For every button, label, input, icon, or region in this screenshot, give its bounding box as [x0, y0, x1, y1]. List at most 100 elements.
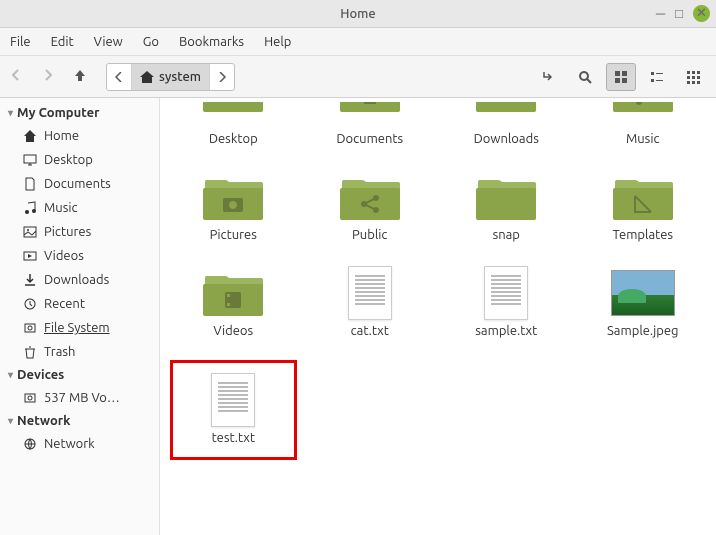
- menu-edit[interactable]: Edit: [51, 35, 74, 49]
- sidebar-item-label: Music: [44, 201, 78, 215]
- vid-icon: [22, 249, 38, 263]
- menu-bookmarks[interactable]: Bookmarks: [179, 35, 244, 49]
- file-item-videos[interactable]: Videos: [170, 264, 297, 342]
- file-item-pictures[interactable]: Pictures: [170, 168, 297, 246]
- pathbar-next[interactable]: [210, 64, 234, 90]
- file-grid: Desktop Documents DownloadsMusic Pictures Pu…: [170, 98, 706, 460]
- text-file-icon: [211, 373, 255, 427]
- file-item-snap[interactable]: snap: [443, 168, 570, 246]
- sidebar-item-label: Pictures: [44, 225, 91, 239]
- back-button[interactable]: [8, 67, 24, 86]
- main-view[interactable]: Desktop Documents DownloadsMusic Pictures Pu…: [160, 98, 716, 535]
- toolbar-right: [534, 63, 708, 91]
- file-item-desktop[interactable]: Desktop: [170, 98, 297, 150]
- file-item-downloads[interactable]: Downloads: [443, 98, 570, 150]
- file-label: Videos: [213, 324, 253, 338]
- up-button[interactable]: [72, 67, 88, 86]
- file-item-sample-txt[interactable]: sample.txt: [443, 264, 570, 342]
- toolbar: system: [0, 56, 716, 98]
- file-item-public[interactable]: Public: [307, 168, 434, 246]
- search-button[interactable]: [570, 63, 600, 91]
- file-item-test-txt[interactable]: test.txt: [170, 360, 297, 460]
- menubar: File Edit View Go Bookmarks Help: [0, 28, 716, 56]
- sidebar-item-documents[interactable]: Documents: [0, 172, 159, 196]
- menu-file[interactable]: File: [10, 35, 31, 49]
- chevron-down-icon: ▾: [8, 107, 13, 119]
- sidebar-item-label: Videos: [44, 249, 84, 263]
- file-label: Pictures: [210, 228, 257, 242]
- net-icon: [22, 437, 38, 451]
- sidebar-item-videos[interactable]: Videos: [0, 244, 159, 268]
- file-icon: [338, 102, 402, 126]
- icon-view-button[interactable]: [606, 63, 636, 91]
- sidebar-item-label: File System: [44, 321, 110, 335]
- grid-icon: [614, 70, 628, 84]
- doc-icon: [22, 177, 38, 191]
- home-icon: [140, 71, 154, 83]
- menu-help[interactable]: Help: [264, 35, 291, 49]
- sidebar-item-home[interactable]: Home: [0, 124, 159, 148]
- sidebar-section-title: Devices: [17, 368, 64, 382]
- file-icon: [338, 172, 402, 222]
- toggle-location-button[interactable]: [534, 63, 564, 91]
- trash-icon: [22, 345, 38, 359]
- sidebar-item-desktop[interactable]: Desktop: [0, 148, 159, 172]
- sidebar-item-trash[interactable]: Trash: [0, 340, 159, 364]
- music-icon: [22, 201, 38, 215]
- compact-icon: [686, 70, 700, 84]
- compact-view-button[interactable]: [678, 63, 708, 91]
- sidebar-item-label: Trash: [44, 345, 75, 359]
- sidebar-item-downloads[interactable]: Downloads: [0, 268, 159, 292]
- file-item-music[interactable]: Music: [580, 98, 707, 150]
- file-icon: [201, 102, 265, 126]
- recent-icon: [22, 297, 38, 311]
- sidebar-item-label: Home: [44, 129, 79, 143]
- file-item-templates[interactable]: Templates: [580, 168, 707, 246]
- file-icon: [201, 268, 265, 318]
- file-icon: [474, 268, 538, 318]
- file-item-documents[interactable]: Documents: [307, 98, 434, 150]
- file-icon: [201, 172, 265, 222]
- sidebar-section-title: My Computer: [17, 106, 99, 120]
- file-label: snap: [493, 228, 520, 242]
- fs-icon: [22, 321, 38, 335]
- sidebar-item-recent[interactable]: Recent: [0, 292, 159, 316]
- sidebar-item-music[interactable]: Music: [0, 196, 159, 220]
- sidebar: ▾ My Computer Home Desktop Documents Music Pic…: [0, 98, 160, 535]
- search-icon: [577, 69, 593, 85]
- desktop-icon: [22, 153, 38, 167]
- file-icon: [474, 172, 538, 222]
- file-item-sample-jpeg[interactable]: Sample.jpeg: [580, 264, 707, 342]
- sidebar-section-header[interactable]: ▾Devices: [0, 364, 159, 386]
- sidebar-item-label: Documents: [44, 177, 111, 191]
- sidebar-item-network[interactable]: Network: [0, 432, 159, 456]
- sidebar-item-label: Downloads: [44, 273, 109, 287]
- list-icon: [650, 70, 664, 84]
- list-view-button[interactable]: [642, 63, 672, 91]
- menu-view[interactable]: View: [94, 35, 123, 49]
- menu-go[interactable]: Go: [143, 35, 159, 49]
- file-item-cat-txt[interactable]: cat.txt: [307, 264, 434, 342]
- sidebar-section-title: Network: [17, 414, 70, 428]
- text-file-icon: [484, 266, 528, 320]
- file-label: cat.txt: [351, 324, 389, 338]
- pathbar-prev[interactable]: [107, 64, 132, 90]
- window-controls: ─ □ ✕: [656, 5, 710, 22]
- sidebar-item-pictures[interactable]: Pictures: [0, 220, 159, 244]
- sidebar-item-file-system[interactable]: File System: [0, 316, 159, 340]
- sidebar-section-header[interactable]: ▾ My Computer: [0, 102, 159, 124]
- close-button[interactable]: ✕: [693, 5, 710, 22]
- file-label: Documents: [336, 132, 403, 146]
- minimize-button[interactable]: ─: [656, 6, 665, 21]
- maximize-button[interactable]: □: [675, 6, 683, 21]
- sidebar-section-header[interactable]: ▾Network: [0, 410, 159, 432]
- file-label: Templates: [612, 228, 673, 242]
- forward-button[interactable]: [40, 67, 56, 86]
- file-label: Public: [352, 228, 387, 242]
- file-label: sample.txt: [475, 324, 537, 338]
- file-icon: [338, 268, 402, 318]
- pathbar-crumb[interactable]: system: [132, 64, 210, 90]
- sidebar-item-label: Network: [44, 437, 95, 451]
- sidebar-item-537-mb-vo-[interactable]: 537 MB Vo…: [0, 386, 159, 410]
- text-file-icon: [348, 266, 392, 320]
